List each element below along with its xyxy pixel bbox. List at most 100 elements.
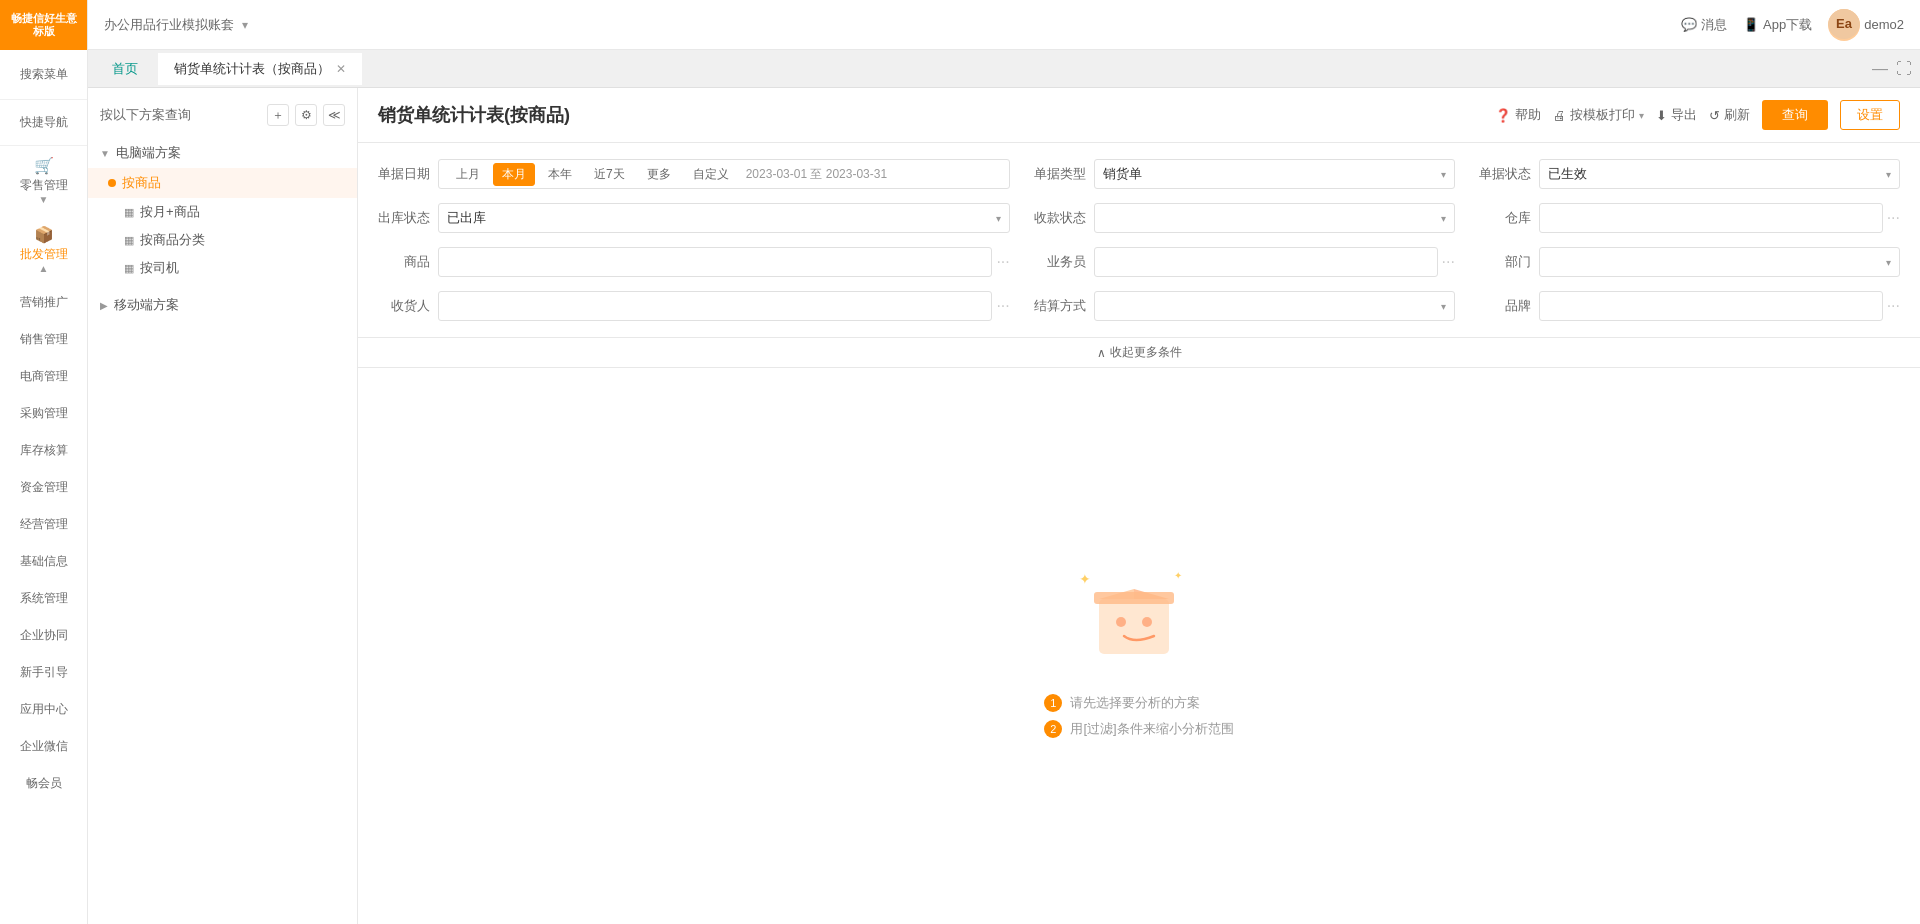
page-actions: ❓ 帮助 🖨 按模板打印 ▾ ⬇ 导出 ↺ 刷新	[1495, 100, 1900, 142]
collapse-button[interactable]: ∧ 收起更多条件	[1097, 344, 1182, 361]
export-button[interactable]: ⬇ 导出	[1656, 106, 1697, 124]
tab-close-icon[interactable]: ✕	[336, 63, 346, 75]
order-type-label: 单据类型	[1034, 165, 1094, 183]
order-status-arrow-icon: ▾	[1886, 169, 1891, 180]
tip-num-1: 1	[1044, 694, 1062, 712]
date-btn-7days[interactable]: 近7天	[585, 163, 634, 186]
sidebar-item-system[interactable]: 系统管理	[0, 580, 87, 617]
search-menu-item[interactable]: 搜索菜单	[0, 50, 87, 100]
sidebar-item-new-guide[interactable]: 新手引导	[0, 654, 87, 691]
tab-sales-stats[interactable]: 销货单统计计表（按商品） ✕	[158, 53, 362, 85]
sidebar-item-app-center[interactable]: 应用中心	[0, 691, 87, 728]
order-type-arrow-icon: ▾	[1441, 169, 1446, 180]
sidebar-item-marketing[interactable]: 营销推广	[0, 284, 87, 321]
out-status-select[interactable]: 已出库 ▾	[438, 203, 1010, 233]
sidebar-item-label: 采购管理	[20, 405, 68, 422]
date-range-display: 2023-03-01 至 2023-03-31	[746, 166, 887, 183]
header-title: 办公用品行业模拟账套	[104, 16, 234, 34]
help-button[interactable]: ❓ 帮助	[1495, 106, 1541, 124]
empty-svg: ✦ ✦	[1079, 554, 1199, 674]
date-btn-this-year[interactable]: 本年	[539, 163, 581, 186]
tab-minimize-icon[interactable]: —	[1872, 60, 1888, 78]
sidebar-item-inventory[interactable]: 库存核算	[0, 432, 87, 469]
tab-expand-icon[interactable]: ⛶	[1896, 60, 1912, 78]
sidebar-item-finance[interactable]: 资金管理	[0, 469, 87, 506]
filter-order-status: 单据状态 已生效 ▾	[1479, 159, 1900, 189]
warehouse-input[interactable]	[1539, 203, 1883, 233]
quick-nav-label: 快捷导航	[20, 108, 68, 137]
order-type-select[interactable]: 销货单 ▾	[1094, 159, 1455, 189]
add-scheme-button[interactable]: ＋	[267, 104, 289, 126]
brand-input[interactable]	[1539, 291, 1883, 321]
empty-tips: 1 请先选择要分析的方案 2 用[过滤]条件来缩小分析范围	[1044, 694, 1233, 738]
user-profile[interactable]: Ea demo2	[1828, 9, 1904, 41]
sidebar-item-label: 基础信息	[20, 553, 68, 570]
table-icon: ▦	[124, 206, 134, 219]
message-label: 消息	[1701, 16, 1727, 34]
refresh-button[interactable]: ↺ 刷新	[1709, 106, 1750, 124]
query-button[interactable]: 查询	[1762, 100, 1828, 130]
brand-more-icon[interactable]: ···	[1887, 297, 1900, 315]
svg-text:✦: ✦	[1174, 570, 1182, 581]
page-title: 销货单统计计表(按商品)	[378, 103, 570, 139]
tree-item-by-month-product[interactable]: ▦ 按月+商品	[88, 198, 357, 226]
sidebar-item-base-info[interactable]: 基础信息	[0, 543, 87, 580]
sidebar-item-enterprise-wechat[interactable]: 企业微信	[0, 728, 87, 765]
salesperson-input[interactable]	[1094, 247, 1438, 277]
print-button[interactable]: 🖨 按模板打印 ▾	[1553, 106, 1644, 124]
payment-status-select[interactable]: ▾	[1094, 203, 1455, 233]
order-status-select[interactable]: 已生效 ▾	[1539, 159, 1900, 189]
sidebar-item-retail[interactable]: 🛒 零售管理 ▼	[0, 146, 87, 215]
sidebar-item-purchase[interactable]: 采购管理	[0, 395, 87, 432]
sidebar-item-enterprise-collab[interactable]: 企业协同	[0, 617, 87, 654]
settlement-select[interactable]: ▾	[1094, 291, 1455, 321]
user-initials: Ea	[1828, 9, 1860, 41]
sidebar-item-wholesale[interactable]: 📦 批发管理 ▲	[0, 215, 87, 284]
order-type-value: 销货单	[1103, 165, 1142, 183]
sidebar-item-membership[interactable]: 畅会员	[0, 765, 87, 802]
tree-item-by-cashier[interactable]: ▦ 按司机	[88, 254, 357, 282]
quick-nav-item[interactable]: 快捷导航	[0, 100, 87, 146]
settings-scheme-button[interactable]: ⚙	[295, 104, 317, 126]
tree-parent-desktop[interactable]: ▼ 电脑端方案	[88, 138, 357, 168]
header-dropdown-icon[interactable]: ▾	[242, 18, 248, 32]
receiver-label: 收货人	[378, 297, 438, 315]
tree-parent-mobile[interactable]: ▶ 移动端方案	[88, 290, 357, 320]
tree-item-by-product[interactable]: 按商品	[88, 168, 357, 198]
sidebar-item-sales[interactable]: 销售管理	[0, 321, 87, 358]
message-icon: 💬	[1681, 17, 1697, 32]
out-status-label: 出库状态	[378, 209, 438, 227]
sidebar-item-operations[interactable]: 经营管理	[0, 506, 87, 543]
help-label: 帮助	[1515, 106, 1541, 124]
date-btn-custom[interactable]: 自定义	[684, 163, 738, 186]
empty-tip-2: 2 用[过滤]条件来缩小分析范围	[1044, 720, 1233, 738]
collapse-panel-button[interactable]: ≪	[323, 104, 345, 126]
message-button[interactable]: 💬 消息	[1681, 16, 1727, 34]
receiver-input[interactable]	[438, 291, 992, 321]
receiver-more-icon[interactable]: ···	[996, 297, 1009, 315]
salesperson-more-icon[interactable]: ···	[1442, 253, 1455, 271]
product-input[interactable]	[438, 247, 992, 277]
app-download-button[interactable]: 📱 App下载	[1743, 16, 1812, 34]
sidebar-item-label: 经营管理	[20, 516, 68, 533]
filter-row-2: 出库状态 已出库 ▾ 收款状态 ▾ 仓库	[378, 203, 1900, 233]
warehouse-more-icon[interactable]: ···	[1887, 209, 1900, 227]
product-more-icon[interactable]: ···	[996, 253, 1009, 271]
tree-item-by-category[interactable]: ▦ 按商品分类	[88, 226, 357, 254]
content-area: 按以下方案查询 ＋ ⚙ ≪ ▼ 电脑端方案 按商品 ▦ 按月+	[88, 88, 1920, 924]
settings-button[interactable]: 设置	[1840, 100, 1900, 130]
sidebar-item-label: 企业微信	[20, 738, 68, 755]
svg-text:Ea: Ea	[1836, 16, 1853, 31]
date-btn-more[interactable]: 更多	[638, 163, 680, 186]
date-btn-last-month[interactable]: 上月	[447, 163, 489, 186]
date-btn-this-month[interactable]: 本月	[493, 163, 535, 186]
sidebar-item-ecommerce[interactable]: 电商管理	[0, 358, 87, 395]
sidebar-item-label: 电商管理	[20, 368, 68, 385]
user-name-label: demo2	[1864, 17, 1904, 32]
tab-home[interactable]: 首页	[96, 53, 154, 85]
department-arrow-icon: ▾	[1886, 257, 1891, 268]
department-select[interactable]: ▾	[1539, 247, 1900, 277]
tab-sales-stats-label: 销货单统计计表（按商品）	[174, 60, 330, 78]
collapse-bar[interactable]: ∧ 收起更多条件	[358, 338, 1920, 368]
sidebar-item-label: 新手引导	[20, 664, 68, 681]
